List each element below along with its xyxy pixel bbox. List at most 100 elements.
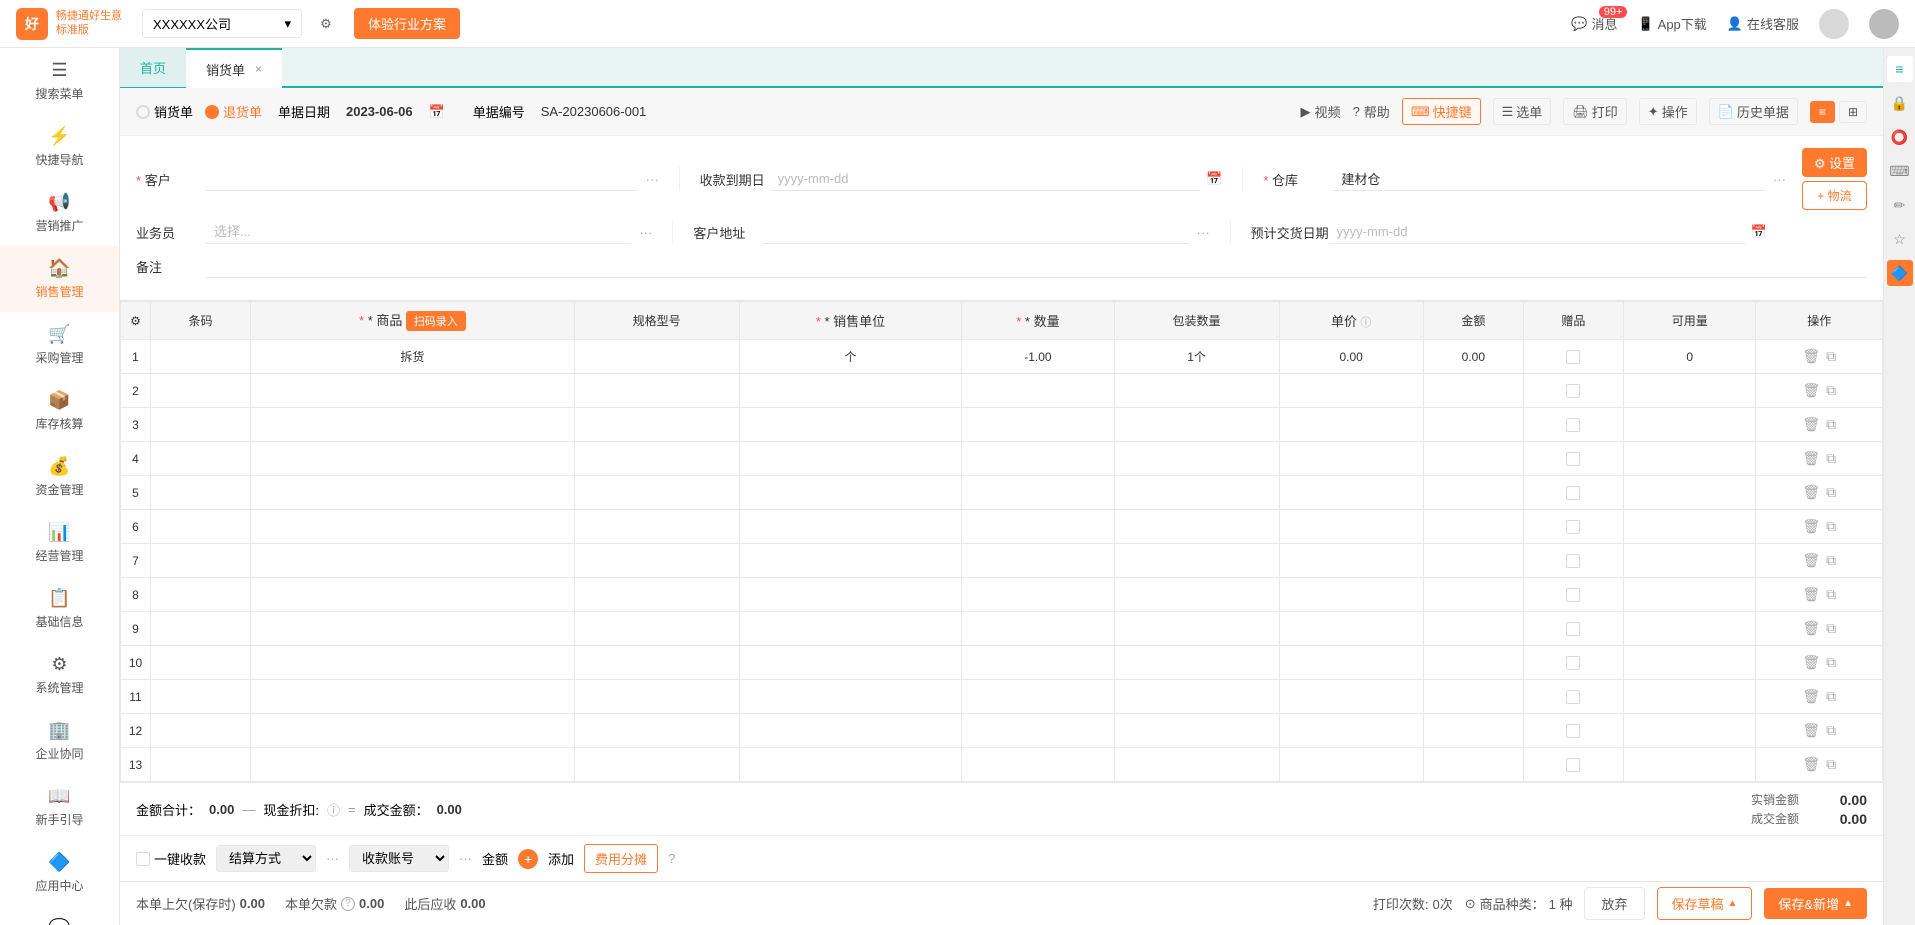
customer-dots-btn[interactable]: ··· (646, 172, 659, 187)
gift-checkbox[interactable] (1566, 486, 1580, 500)
delete-icon[interactable]: 🗑 (1802, 586, 1820, 603)
addr-dots-btn[interactable]: ··· (1197, 225, 1210, 240)
sidebar-item-search[interactable]: ☰ 搜索菜单 (0, 48, 119, 114)
sidebar-item-quick-nav[interactable]: ⚡ 快捷导航 (0, 114, 119, 180)
customer-input[interactable] (206, 167, 638, 191)
row-quantity[interactable]: -1.00 (962, 340, 1114, 374)
panel-list-icon[interactable]: ≡ (1887, 56, 1913, 82)
shortcut-button[interactable]: ⌨ 快捷键 (1402, 98, 1481, 125)
gift-checkbox[interactable] (1566, 452, 1580, 466)
row-unit-price[interactable]: 0.00 (1279, 340, 1423, 374)
copy-icon[interactable]: ⧉ (1826, 348, 1836, 365)
row-amount[interactable]: 0.00 (1423, 340, 1523, 374)
warehouse-dots-btn[interactable]: ··· (1773, 172, 1786, 187)
gift-checkbox[interactable] (1566, 588, 1580, 602)
user-avatar[interactable] (1819, 9, 1849, 39)
salesman-dots-btn[interactable]: ··· (639, 225, 652, 240)
panel-orange-icon[interactable]: 🔷 (1887, 260, 1913, 286)
sidebar-item-guide[interactable]: 📖 新手引导 (0, 774, 119, 840)
gift-checkbox[interactable] (1566, 554, 1580, 568)
app-download-button[interactable]: 📱 App下载 (1637, 14, 1706, 33)
settings-icon[interactable]: ⚙ (310, 8, 342, 40)
gift-checkbox[interactable] (1566, 384, 1580, 398)
copy-icon[interactable]: ⧉ (1826, 586, 1836, 603)
gift-checkbox[interactable] (1566, 520, 1580, 534)
one-key-payment[interactable]: 一键收款 (136, 849, 206, 868)
debit-help-icon[interactable]: ? (341, 897, 355, 911)
copy-icon[interactable]: ⧉ (1826, 552, 1836, 569)
choose-button[interactable]: ☰ 选单 (1493, 98, 1552, 125)
message-button[interactable]: 💬 消息 99+ (1571, 14, 1617, 33)
panel-lock-icon[interactable]: 🔒 (1887, 90, 1913, 116)
sidebar-item-wechat[interactable]: 💬 企业微信 (0, 906, 119, 925)
logistics-button[interactable]: + 物流 (1802, 181, 1867, 210)
history-button[interactable]: 📄 历史单据 (1709, 98, 1798, 125)
scan-button[interactable]: 扫码录入 (406, 311, 466, 331)
copy-icon[interactable]: ⧉ (1826, 416, 1836, 433)
copy-icon[interactable]: ⧉ (1826, 688, 1836, 705)
row-spec[interactable] (574, 340, 739, 374)
row-gift[interactable] (1523, 340, 1623, 374)
sidebar-item-operation[interactable]: 📊 经营管理 (0, 510, 119, 576)
sidebar-item-purchase[interactable]: 🛒 采购管理 (0, 312, 119, 378)
gift-checkbox[interactable] (1566, 350, 1580, 364)
method-dots[interactable]: ··· (326, 851, 339, 866)
tab-home[interactable]: 首页 (120, 48, 186, 87)
list-view-btn[interactable]: ≡ (1810, 101, 1835, 123)
delete-icon[interactable]: 🗑 (1802, 416, 1820, 433)
tab-sales-order[interactable]: 销货单 × (186, 48, 282, 88)
copy-icon[interactable]: ⧉ (1826, 518, 1836, 535)
user-avatar-2[interactable] (1869, 9, 1899, 39)
discount-help-icon[interactable]: ⓘ (327, 800, 340, 819)
copy-icon[interactable]: ⧉ (1826, 654, 1836, 671)
gift-checkbox[interactable] (1566, 724, 1580, 738)
payment-method-select[interactable]: 结算方式 (216, 845, 316, 872)
trial-button[interactable]: 体验行业方案 (354, 8, 460, 39)
delete-icon[interactable]: 🗑 (1802, 722, 1820, 739)
customer-addr-input[interactable] (763, 220, 1188, 244)
setup-button[interactable]: ⚙ 设置 (1802, 148, 1867, 177)
row-barcode[interactable] (151, 340, 251, 374)
expected-date-input[interactable] (1329, 220, 1745, 244)
account-select[interactable]: 收款账号 (349, 845, 449, 872)
row-unit[interactable]: 个 (739, 340, 962, 374)
warehouse-input[interactable] (1333, 167, 1765, 191)
sidebar-item-apps[interactable]: 🔷 应用中心 (0, 840, 119, 906)
gift-checkbox[interactable] (1566, 656, 1580, 670)
expected-date-calendar-icon[interactable]: 📅 (1751, 224, 1767, 240)
gift-checkbox[interactable] (1566, 690, 1580, 704)
sidebar-item-marketing[interactable]: 📢 营销推广 (0, 180, 119, 246)
col-settings-header[interactable]: ⚙ (121, 302, 151, 340)
remark-input[interactable] (206, 254, 1867, 278)
sidebar-item-system[interactable]: ⚙ 系统管理 (0, 642, 119, 708)
fee-help-icon[interactable]: ? (668, 851, 675, 866)
panel-star-icon[interactable]: ☆ (1887, 226, 1913, 252)
save-draft-button[interactable]: 保存草稿 ▲ (1657, 887, 1753, 920)
calendar-icon[interactable]: 📅 (429, 104, 445, 120)
salesman-input[interactable] (206, 220, 631, 244)
due-date-input[interactable] (770, 167, 1200, 191)
help-action[interactable]: ? 帮助 (1353, 102, 1390, 121)
radio-return-order[interactable]: 退货单 (205, 102, 262, 121)
fee-split-button[interactable]: 费用分摊 (584, 844, 658, 873)
sidebar-item-collab[interactable]: 🏢 企业协同 (0, 708, 119, 774)
sidebar-item-sales[interactable]: 🏠 销售管理 (0, 246, 119, 312)
discard-button[interactable]: 放弃 (1584, 887, 1644, 920)
sidebar-item-inventory[interactable]: 📦 库存核算 (0, 378, 119, 444)
gift-checkbox[interactable] (1566, 758, 1580, 772)
online-service-button[interactable]: 👤 在线客服 (1727, 14, 1799, 33)
delete-icon[interactable]: 🗑 (1802, 620, 1820, 637)
radio-sales-order[interactable]: 销货单 (136, 102, 193, 121)
delete-icon[interactable]: 🗑 (1802, 450, 1820, 467)
panel-circle-icon[interactable]: ⭕ (1887, 124, 1913, 150)
copy-icon[interactable]: ⧉ (1826, 484, 1836, 501)
sidebar-item-basic[interactable]: 📋 基础信息 (0, 576, 119, 642)
row-product[interactable]: 拆货 (251, 340, 575, 374)
delete-icon[interactable]: 🗑 (1802, 552, 1820, 569)
panel-keyboard-icon[interactable]: ⌨ (1887, 158, 1913, 184)
copy-icon[interactable]: ⧉ (1826, 722, 1836, 739)
add-payment-button[interactable]: + (518, 849, 538, 869)
panel-edit-icon[interactable]: ✏ (1887, 192, 1913, 218)
save-new-button[interactable]: 保存&新增 ▲ (1764, 888, 1867, 919)
video-action[interactable]: ▶ 视频 (1301, 102, 1341, 121)
